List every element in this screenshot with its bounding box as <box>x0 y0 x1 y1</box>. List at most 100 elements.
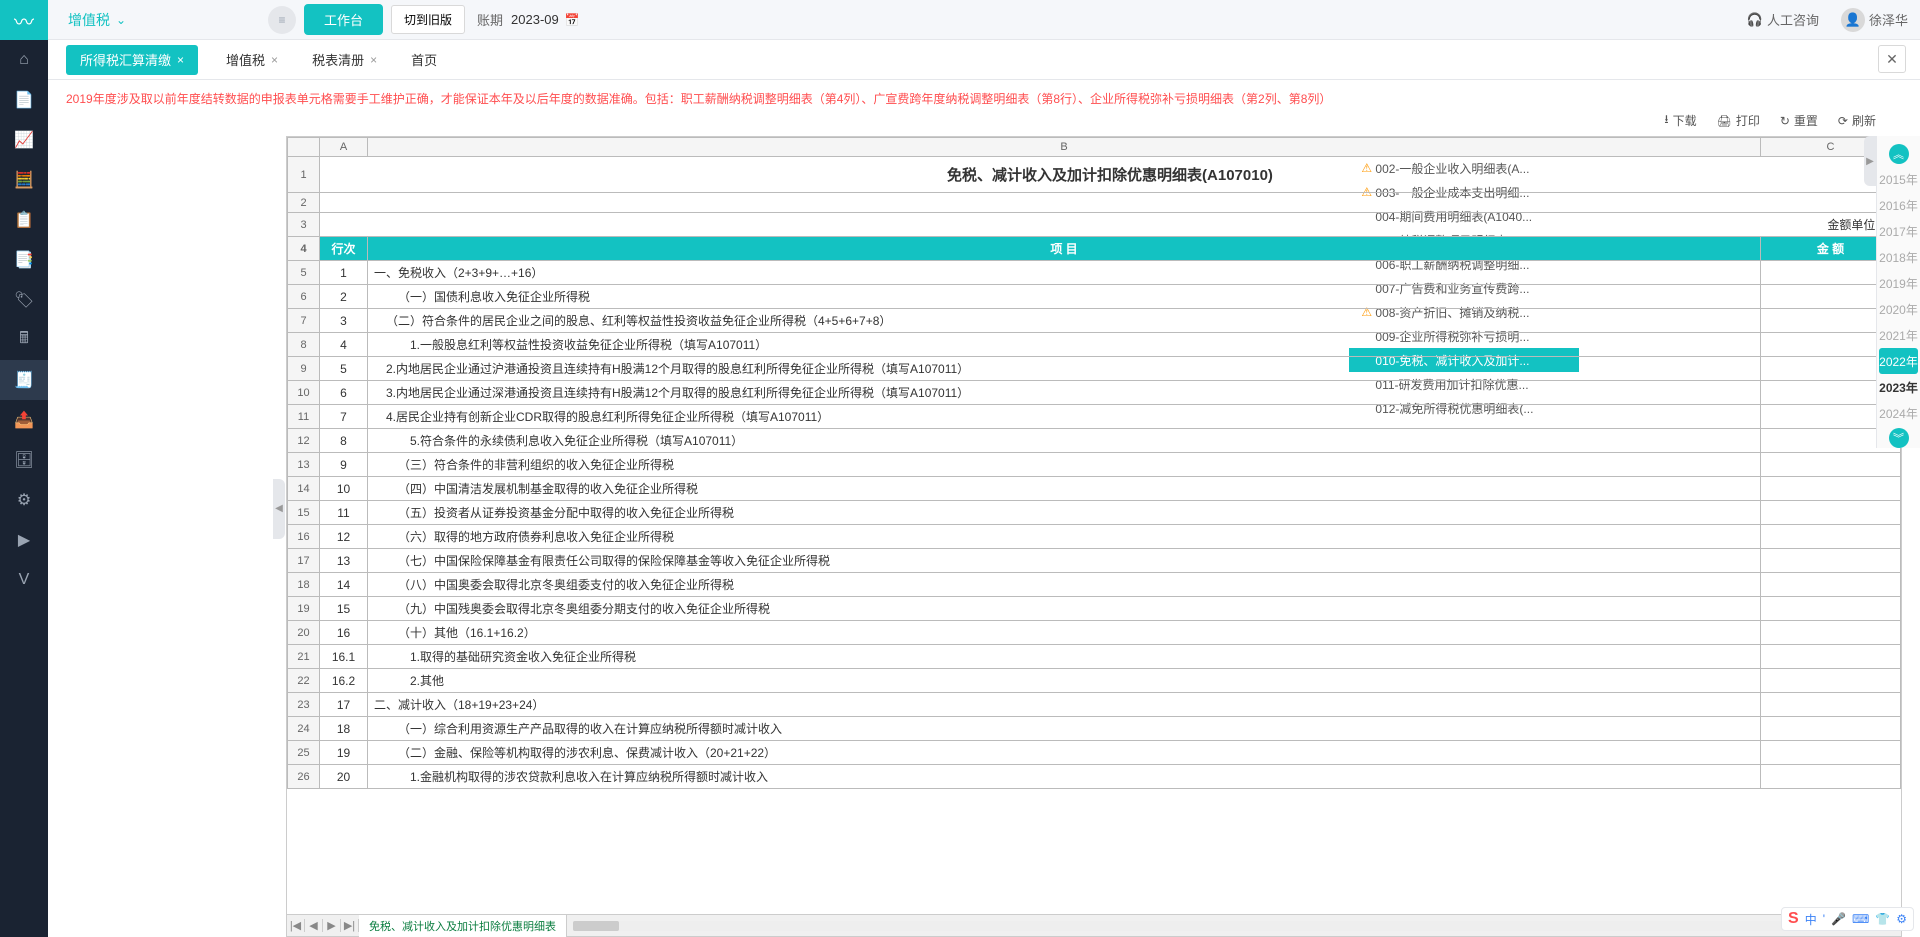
cell-hx[interactable]: 18 <box>320 717 368 741</box>
cell-amount[interactable] <box>1761 669 1901 693</box>
workspace-button[interactable]: 工作台 <box>304 4 383 35</box>
nav-export-icon[interactable]: 📤 <box>0 400 48 440</box>
cell-hx[interactable]: 7 <box>320 405 368 429</box>
year-down-icon[interactable]: ︾ <box>1889 428 1909 448</box>
tab-税表清册[interactable]: 税表清册× <box>306 40 383 80</box>
cell-hx[interactable]: 11 <box>320 501 368 525</box>
nav-report-icon[interactable]: 📑 <box>0 240 48 280</box>
nav-home-icon[interactable]: ⌂ <box>0 40 48 80</box>
cell-item[interactable]: 一、免税收入（2+3+9+…+16） <box>368 261 1761 285</box>
nav-video-icon[interactable]: ▶ <box>0 520 48 560</box>
cell-hx[interactable]: 13 <box>320 549 368 573</box>
refresh-button[interactable]: ⟳刷新 <box>1838 110 1876 131</box>
cell-item[interactable]: （二）符合条件的居民企业之间的股息、红利等权益性投资收益免征企业所得税（4+5+… <box>368 309 1761 333</box>
collapse-handle[interactable]: ◀ <box>273 479 285 539</box>
nav-doc-icon[interactable]: 📄 <box>0 80 48 120</box>
ime-lang[interactable]: 中 <box>1805 911 1817 928</box>
cell-item[interactable]: （九）中国残奥委会取得北京冬奥组委分期支付的收入免征企业所得税 <box>368 597 1761 621</box>
print-button[interactable]: 🖨打印 <box>1717 110 1760 131</box>
year-2022年[interactable]: 2022年 <box>1879 348 1918 374</box>
nav-archive-icon[interactable]: 🗄 <box>0 440 48 480</box>
cell-amount[interactable] <box>1761 765 1901 789</box>
cell-hx[interactable]: 19 <box>320 741 368 765</box>
year-2015年[interactable]: 2015年 <box>1879 166 1918 192</box>
year-2023年[interactable]: 2023年 <box>1879 374 1918 400</box>
cell-item[interactable]: （五）投资者从证券投资基金分配中取得的收入免征企业所得税 <box>368 501 1761 525</box>
user-menu[interactable]: 👤 徐泽华 <box>1835 8 1908 32</box>
cell-hx[interactable]: 17 <box>320 693 368 717</box>
cell-hx[interactable]: 10 <box>320 477 368 501</box>
cell-amount[interactable] <box>1761 621 1901 645</box>
cell-item[interactable]: （一）国债利息收入免征企业所得税 <box>368 285 1761 309</box>
cell-item[interactable]: （七）中国保险保障基金有限责任公司取得的保险保障基金等收入免征企业所得税 <box>368 549 1761 573</box>
cell-amount[interactable] <box>1761 741 1901 765</box>
cell-hx[interactable]: 20 <box>320 765 368 789</box>
cell-hx[interactable]: 1 <box>320 261 368 285</box>
tab-增值税[interactable]: 增值税× <box>220 40 284 80</box>
hscrollbar[interactable] <box>573 921 1895 931</box>
cell-amount[interactable] <box>1761 597 1901 621</box>
download-button[interactable]: ⭳下载 <box>1664 110 1696 131</box>
cell-hx[interactable]: 6 <box>320 381 368 405</box>
cell-item[interactable]: 3.内地居民企业通过深港通投资且连续持有H股满12个月取得的股息红利所得免征企业… <box>368 381 1761 405</box>
cell-amount[interactable] <box>1761 525 1901 549</box>
year-2016年[interactable]: 2016年 <box>1879 192 1918 218</box>
cell-hx[interactable]: 16.2 <box>320 669 368 693</box>
close-all-tabs[interactable]: ✕ <box>1878 45 1906 73</box>
cell-amount[interactable] <box>1761 501 1901 525</box>
nav-clip-icon[interactable]: 📋 <box>0 200 48 240</box>
close-icon[interactable]: × <box>271 53 278 67</box>
cell-hx[interactable]: 5 <box>320 357 368 381</box>
cell-hx[interactable]: 16.1 <box>320 645 368 669</box>
cell-item[interactable]: 5.符合条件的永续债利息收入免征企业所得税（填写A107011） <box>368 429 1761 453</box>
cell-amount[interactable] <box>1761 645 1901 669</box>
cell-item[interactable]: 2.其他 <box>368 669 1761 693</box>
cell-item[interactable]: （三）符合条件的非营利组织的收入免征企业所得税 <box>368 453 1761 477</box>
tab-首页[interactable]: 首页 <box>405 40 443 80</box>
cell-amount[interactable] <box>1761 693 1901 717</box>
nav-calc-icon[interactable]: 🖩 <box>0 320 48 360</box>
sheet-nav-first[interactable]: |◀ <box>287 919 305 932</box>
cell-amount[interactable] <box>1761 717 1901 741</box>
cell-hx[interactable]: 14 <box>320 573 368 597</box>
cell-item[interactable]: （四）中国清洁发展机制基金取得的收入免征企业所得税 <box>368 477 1761 501</box>
reset-button[interactable]: ↻重置 <box>1780 110 1818 131</box>
year-2018年[interactable]: 2018年 <box>1879 244 1918 270</box>
nav-v-icon[interactable]: V <box>0 560 48 600</box>
sheet-nav-last[interactable]: ▶| <box>341 919 359 932</box>
cell-amount[interactable] <box>1761 549 1901 573</box>
cell-item[interactable]: （十）其他（16.1+16.2） <box>368 621 1761 645</box>
cell-item[interactable]: 二、减计收入（18+19+23+24） <box>368 693 1761 717</box>
list-button[interactable]: ≡ <box>268 6 296 34</box>
year-2019年[interactable]: 2019年 <box>1879 270 1918 296</box>
cell-hx[interactable]: 16 <box>320 621 368 645</box>
year-2024年[interactable]: 2024年 <box>1879 400 1918 426</box>
cell-item[interactable]: 4.居民企业持有创新企业CDR取得的股息红利所得免征企业所得税（填写A10701… <box>368 405 1761 429</box>
cell-amount[interactable] <box>1761 477 1901 501</box>
nav-stamp-icon[interactable]: 🏷 <box>0 280 48 320</box>
ime-logo-icon[interactable]: S <box>1788 910 1799 928</box>
cell-amount[interactable] <box>1761 453 1901 477</box>
cell-hx[interactable]: 2 <box>320 285 368 309</box>
switch-old-button[interactable]: 切到旧版 <box>391 5 465 34</box>
cell-item[interactable]: （八）中国奥委会取得北京冬奥组委支付的收入免征企业所得税 <box>368 573 1761 597</box>
close-icon[interactable]: × <box>177 53 184 67</box>
cell-item[interactable]: 1.取得的基础研究资金收入免征企业所得税 <box>368 645 1761 669</box>
support-link[interactable]: 🎧 人工咨询 <box>1747 10 1819 29</box>
cell-item[interactable]: （六）取得的地方政府债券利息收入免征企业所得税 <box>368 525 1761 549</box>
sheet-nav-next[interactable]: ▶ <box>323 919 341 932</box>
cell-amount[interactable] <box>1761 573 1901 597</box>
expand-handle[interactable]: ▶ <box>1864 136 1876 186</box>
tax-type-dropdown[interactable]: 增值税 ⌄ <box>60 10 260 30</box>
cell-hx[interactable]: 8 <box>320 429 368 453</box>
nav-bag-icon[interactable]: 🧮 <box>0 160 48 200</box>
calendar-icon[interactable]: 📅 <box>565 13 580 27</box>
cell-item[interactable]: （二）金融、保险等机构取得的涉农利息、保费减计收入（20+21+22） <box>368 741 1761 765</box>
cell-item[interactable]: 1.一般股息红利等权益性投资收益免征企业所得税（填写A107011） <box>368 333 1761 357</box>
cell-item[interactable]: 1.金融机构取得的涉农贷款利息收入在计算应纳税所得额时减计收入 <box>368 765 1761 789</box>
cell-hx[interactable]: 12 <box>320 525 368 549</box>
year-2017年[interactable]: 2017年 <box>1879 218 1918 244</box>
cell-hx[interactable]: 3 <box>320 309 368 333</box>
cell-item[interactable]: （一）综合利用资源生产产品取得的收入在计算应纳税所得额时减计收入 <box>368 717 1761 741</box>
year-2021年[interactable]: 2021年 <box>1879 322 1918 348</box>
